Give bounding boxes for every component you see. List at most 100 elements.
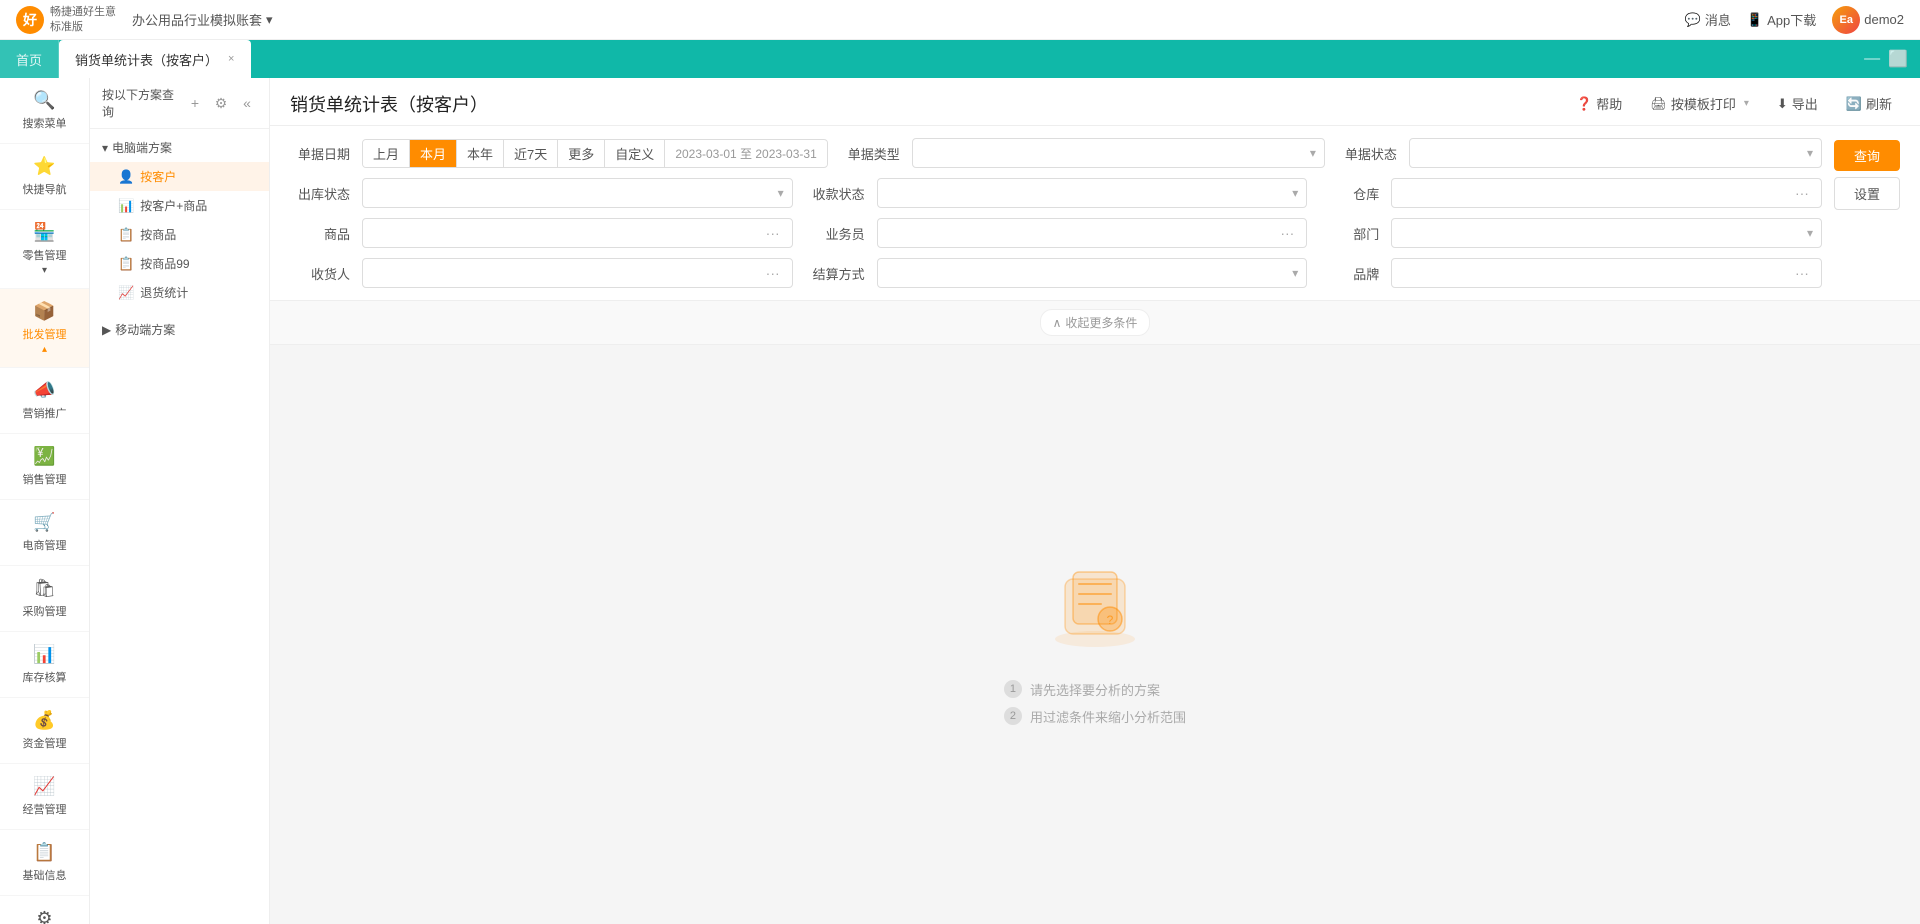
scheme-item-goods99[interactable]: 📋 按商品99 — [90, 249, 269, 278]
collapse-bar: ∧ 收起更多条件 — [270, 301, 1920, 345]
sidebar-retail-label: 零售管理 — [23, 247, 67, 263]
scheme-customer-label: 按客户 — [140, 168, 176, 185]
salesman-label: 业务员 — [805, 224, 865, 243]
page-actions: ❓ 帮助 🖨 按模板打印 ▾ ⬇ 导出 🔄 刷新 — [1568, 90, 1900, 117]
finance-icon: 💰 — [33, 710, 55, 731]
date-last-month-button[interactable]: 上月 — [363, 140, 410, 167]
scheme-return-label: 退货统计 — [140, 284, 188, 301]
scheme-item-goods[interactable]: 📋 按商品 — [90, 220, 269, 249]
sidebar-item-finance[interactable]: 💰 资金管理 — [0, 698, 89, 764]
scheme-group-header-desktop[interactable]: ▾ 电脑端方案 — [90, 133, 269, 162]
date-7days-button[interactable]: 近7天 — [504, 140, 558, 167]
sales-icon: 💹 — [33, 446, 55, 467]
brand-ellipsis-icon[interactable]: ··· — [1791, 265, 1813, 281]
payment-control[interactable]: ▾ — [877, 178, 1308, 208]
goods99-icon: 📋 — [118, 256, 134, 272]
sidebar: 🔍 搜索菜单 ⭐ 快捷导航 🏪 零售管理 ▾ 📦 批发管理 ▴ 📣 营销推广 💹… — [0, 78, 90, 924]
doc-type-control[interactable]: ▾ — [912, 138, 1325, 168]
settlement-control[interactable]: ▾ — [877, 258, 1308, 288]
workspace-chevron-icon: ▾ — [266, 12, 273, 28]
sidebar-item-marketing[interactable]: 📣 营销推广 — [0, 368, 89, 434]
system-icon: ⚙ — [36, 908, 52, 924]
warehouse-control[interactable]: ··· — [1391, 178, 1822, 208]
sidebar-item-system[interactable]: ⚙ 系统管理 — [0, 896, 89, 924]
sidebar-item-wholesale[interactable]: 📦 批发管理 ▴ — [0, 289, 89, 368]
settlement-chevron-icon: ▾ — [1292, 266, 1298, 280]
payment-label: 收款状态 — [805, 184, 865, 203]
message-button[interactable]: 💬 消息 — [1685, 10, 1731, 29]
message-icon: 💬 — [1685, 12, 1701, 28]
sidebar-item-quick-nav[interactable]: ⭐ 快捷导航 — [0, 144, 89, 210]
date-more-button[interactable]: 更多 — [558, 140, 605, 167]
chevron-down-icon: ▾ — [42, 265, 47, 276]
scheme-item-return[interactable]: 📈 退货统计 — [90, 278, 269, 307]
scheme-group-desktop: ▾ 电脑端方案 👤 按客户 📊 按客户+商品 📋 按商品 📋 按商品99 📈 — [90, 129, 269, 311]
message-label: 消息 — [1705, 10, 1731, 29]
doc-status-label: 单据状态 — [1337, 144, 1397, 163]
scheme-group-header-mobile[interactable]: ▶ 移动端方案 — [90, 315, 269, 344]
export-label: 导出 — [1792, 94, 1818, 113]
sidebar-item-basic-info[interactable]: 📋 基础信息 — [0, 830, 89, 896]
sidebar-item-ecommerce[interactable]: 🛒 电商管理 — [0, 500, 89, 566]
filter-row-1: 单据日期 上月 本月 本年 近7天 更多 自定义 2023-03-01 至 20… — [290, 138, 1822, 168]
maximize-icon[interactable]: ⬜ — [1888, 49, 1908, 69]
query-button[interactable]: 查询 — [1834, 140, 1900, 171]
refresh-button[interactable]: 🔄 刷新 — [1838, 90, 1900, 117]
add-scheme-button[interactable]: + — [185, 93, 205, 113]
export-button[interactable]: ⬇ 导出 — [1769, 90, 1826, 117]
user-name: demo2 — [1864, 12, 1904, 27]
goods-ellipsis-icon[interactable]: ··· — [762, 225, 784, 241]
collapse-more-conditions-button[interactable]: ∧ 收起更多条件 — [1040, 309, 1151, 336]
scheme-settings-button[interactable]: ⚙ — [211, 93, 231, 113]
filter-wrapper: 单据日期 上月 本月 本年 近7天 更多 自定义 2023-03-01 至 20… — [290, 138, 1900, 288]
tab-spacer — [251, 40, 1852, 78]
stock-out-control[interactable]: ▾ — [362, 178, 793, 208]
sidebar-item-purchase[interactable]: 🛍 采购管理 — [0, 566, 89, 632]
date-custom-button[interactable]: 自定义 — [605, 140, 665, 167]
tip-number-2: 2 — [1004, 707, 1022, 725]
management-icon: 📈 — [33, 776, 55, 797]
settings-icon: ⚙ — [215, 95, 228, 112]
dept-control[interactable]: ▾ — [1391, 218, 1822, 248]
salesman-ellipsis-icon[interactable]: ··· — [1276, 225, 1298, 241]
filter-row-4: 收货人 ··· 结算方式 ▾ 品牌 ··· — [290, 258, 1822, 288]
doc-status-control[interactable]: ▾ — [1409, 138, 1822, 168]
tab-controls: — ⬜ — [1852, 40, 1920, 78]
panel-collapse-button[interactable]: « — [237, 93, 257, 113]
goods-control[interactable]: ··· — [362, 218, 793, 248]
tab-close-icon[interactable]: × — [228, 53, 234, 65]
sidebar-item-retail[interactable]: 🏪 零售管理 ▾ — [0, 210, 89, 289]
settings-button[interactable]: 设置 — [1834, 177, 1900, 210]
tab-home[interactable]: 首页 — [0, 40, 59, 78]
warehouse-ellipsis-icon[interactable]: ··· — [1791, 185, 1813, 201]
sidebar-item-management[interactable]: 📈 经营管理 — [0, 764, 89, 830]
sidebar-item-sales[interactable]: 💹 销售管理 — [0, 434, 89, 500]
consignee-control[interactable]: ··· — [362, 258, 793, 288]
customer-icon: 👤 — [118, 169, 134, 185]
app-download-button[interactable]: 📱 App下载 — [1747, 10, 1816, 29]
salesman-control[interactable]: ··· — [877, 218, 1308, 248]
top-bar-left: 好 畅捷通好生意 标准版 办公用品行业模拟账套 ▾ — [16, 5, 281, 34]
minimize-icon[interactable]: — — [1864, 50, 1880, 68]
scheme-item-customer-goods[interactable]: 📊 按客户+商品 — [90, 191, 269, 220]
date-this-month-button[interactable]: 本月 — [410, 140, 457, 167]
sidebar-item-search[interactable]: 🔍 搜索菜单 — [0, 78, 89, 144]
sidebar-item-inventory[interactable]: 📊 库存核算 — [0, 632, 89, 698]
print-icon: 🖨 — [1650, 96, 1667, 112]
content-area: 销货单统计表（按客户） ❓ 帮助 🖨 按模板打印 ▾ ⬇ 导出 🔄 刷新 — [270, 78, 1920, 924]
print-button[interactable]: 🖨 按模板打印 ▾ — [1642, 90, 1757, 117]
tab-active[interactable]: 销货单统计表（按客户） × — [59, 40, 251, 78]
main-layout: 🔍 搜索菜单 ⭐ 快捷导航 🏪 零售管理 ▾ 📦 批发管理 ▴ 📣 营销推广 💹… — [0, 78, 1920, 924]
chevron-up-icon: ∧ — [1053, 316, 1062, 330]
logo-text: 畅捷通好生意 标准版 — [50, 5, 116, 34]
brand-control[interactable]: ··· — [1391, 258, 1822, 288]
sidebar-marketing-label: 营销推广 — [23, 405, 67, 421]
help-button[interactable]: ❓ 帮助 — [1568, 90, 1630, 117]
date-this-year-button[interactable]: 本年 — [457, 140, 504, 167]
workspace-selector[interactable]: 办公用品行业模拟账套 ▾ — [124, 6, 281, 33]
top-bar: 好 畅捷通好生意 标准版 办公用品行业模拟账套 ▾ 💬 消息 📱 App下载 E… — [0, 0, 1920, 40]
scheme-customergoods-label: 按客户+商品 — [140, 197, 207, 214]
user-profile-button[interactable]: Ea demo2 — [1832, 6, 1904, 34]
scheme-item-customer[interactable]: 👤 按客户 — [90, 162, 269, 191]
consignee-ellipsis-icon[interactable]: ··· — [762, 265, 784, 281]
